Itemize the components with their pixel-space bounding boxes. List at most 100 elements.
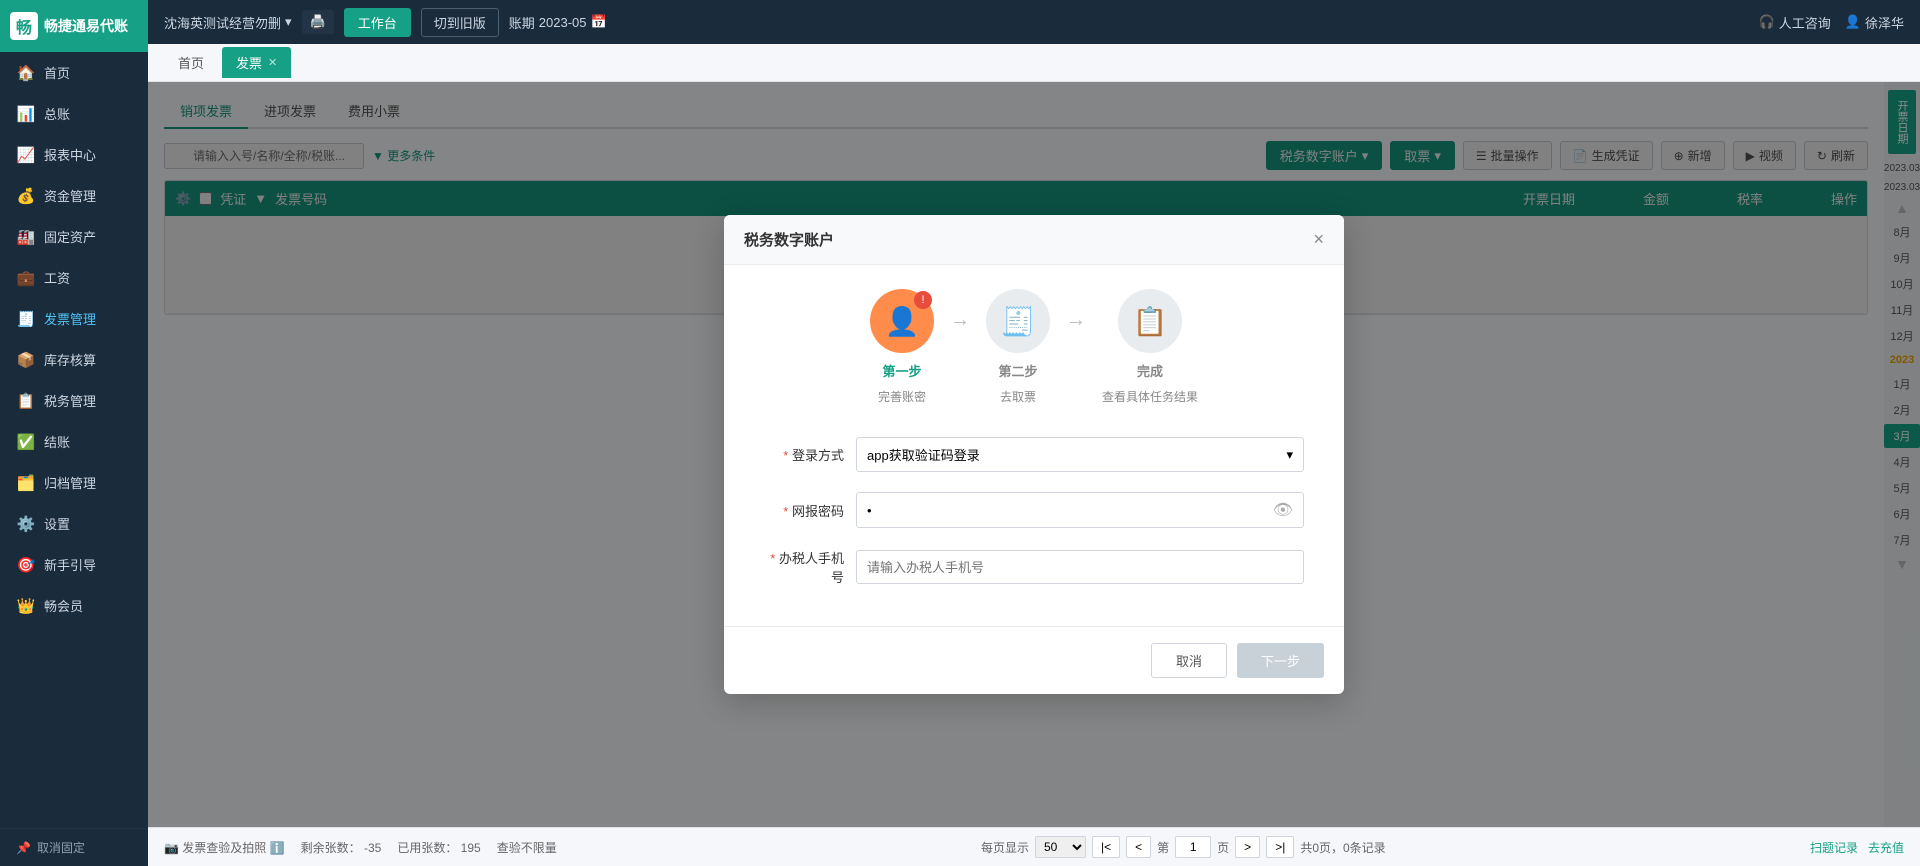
sidebar-label-9: 结账 — [44, 432, 70, 451]
modal-overlay: 税务数字账户 × 👤 ! 第一步 完善账密 — [148, 82, 1920, 827]
password-input-wrap: 👁 — [856, 492, 1304, 528]
cancel-fixed-btn[interactable]: 📌 取消固定 — [0, 828, 148, 866]
prev-page-btn[interactable]: < — [1126, 836, 1151, 858]
tab-home[interactable]: 首页 — [164, 47, 218, 78]
report-link[interactable]: 扫题记录 — [1810, 841, 1858, 855]
tab-invoice[interactable]: 发票 ✕ — [222, 47, 291, 78]
page-suffix: 页 — [1217, 839, 1229, 856]
step-2-desc: 去取票 — [1000, 388, 1036, 405]
logo-icon: 畅 — [10, 12, 38, 40]
support-link[interactable]: 🎧 人工咨询 — [1759, 13, 1831, 32]
step-1-icon: 👤 ! — [870, 289, 934, 353]
sidebar-label-3: 资金管理 — [44, 186, 96, 205]
last-page-btn[interactable]: >| — [1266, 836, 1294, 858]
password-row: * 网报密码 👁 — [764, 492, 1304, 528]
login-method-row: * 登录方式 app获取验证码登录 ▾ — [764, 437, 1304, 472]
sidebar-label-5: 工资 — [44, 268, 70, 287]
user-name: 徐泽华 — [1865, 13, 1904, 32]
next-btn[interactable]: 下一步 — [1237, 643, 1324, 678]
sidebar-icon-10: 🗂️ — [16, 474, 36, 492]
per-page-select[interactable]: 50 100 200 — [1035, 836, 1086, 858]
modal-title: 税务数字账户 — [744, 229, 834, 250]
phone-input[interactable] — [867, 560, 1293, 575]
sidebar-item-报表中心[interactable]: 📈 报表中心 — [0, 134, 148, 175]
first-page-btn[interactable]: |< — [1092, 836, 1120, 858]
sidebar-item-结账[interactable]: ✅ 结账 — [0, 421, 148, 462]
pagination: 每页显示 50 100 200 |< < 第 页 > >| 共0页，0条记录 — [981, 836, 1386, 858]
sidebar-label-12: 新手引导 — [44, 555, 96, 574]
sidebar-item-畅会员[interactable]: 👑 畅会员 — [0, 585, 148, 626]
sidebar-item-库存核算[interactable]: 📦 库存核算 — [0, 339, 148, 380]
password-label: * 网报密码 — [764, 501, 844, 520]
cancel-fixed-label: 取消固定 — [37, 839, 85, 856]
cancel-btn[interactable]: 取消 — [1151, 643, 1227, 678]
step-3-desc: 查看具体任务结果 — [1102, 388, 1198, 405]
sidebar-label-11: 设置 — [44, 514, 70, 533]
steps-container: 👤 ! 第一步 完善账密 → 🧾 — [764, 289, 1304, 405]
main-area: 沈海英测试经营勿删 ▾ 🖨️ 工作台 切到旧版 账期 2023-05 📅 🎧 人… — [148, 0, 1920, 866]
used-display: 已用张数： 195 — [397, 839, 480, 856]
select-chevron-icon: ▾ — [1286, 447, 1293, 463]
modal-close-btn[interactable]: × — [1313, 229, 1324, 250]
sidebar-item-设置[interactable]: ⚙️ 设置 — [0, 503, 148, 544]
switch-version-btn[interactable]: 切到旧版 — [421, 8, 499, 37]
modal-header: 税务数字账户 × — [724, 215, 1344, 265]
info-icon: ℹ️ — [270, 841, 285, 855]
sidebar-icon-8: 📋 — [16, 392, 36, 410]
user-menu[interactable]: 👤 徐泽华 — [1845, 13, 1904, 32]
content-area: 销项发票 进项发票 费用小票 🔍 ▼ 更多条件 — [148, 82, 1920, 827]
step-3-icon: 📋 — [1118, 289, 1182, 353]
modal-footer: 取消 下一步 — [724, 626, 1344, 694]
tab-invoice-label: 发票 — [236, 53, 262, 72]
step-2-doc-icon: 🧾 — [1001, 305, 1036, 338]
password-toggle-icon[interactable]: 👁 — [1273, 500, 1293, 520]
page-input[interactable] — [1175, 836, 1211, 858]
logo-text: 畅捷通易代账 — [44, 16, 128, 36]
total-label: 共0页，0条记录 — [1300, 839, 1385, 856]
links: 扫题记录 去充值 — [1810, 839, 1904, 856]
tab-home-label: 首页 — [178, 53, 204, 72]
login-method-select[interactable]: app获取验证码登录 ▾ — [856, 437, 1304, 472]
check-label: 📷 发票查验及拍照 ℹ️ — [164, 839, 285, 856]
sidebar-label-1: 总账 — [44, 104, 70, 123]
app-logo: 畅 畅捷通易代账 — [0, 0, 148, 52]
remaining-display: 剩余张数： -35 — [301, 839, 382, 856]
sidebar-item-归档管理[interactable]: 🗂️ 归档管理 — [0, 462, 148, 503]
sidebar-item-固定资产[interactable]: 🏭 固定资产 — [0, 216, 148, 257]
sidebar-item-资金管理[interactable]: 💰 资金管理 — [0, 175, 148, 216]
phone-row: * 办税人手机号 — [764, 548, 1304, 586]
step-3: 📋 完成 查看具体任务结果 — [1102, 289, 1198, 405]
sidebar: 畅 畅捷通易代账 🏠 首页 📊 总账 📈 报表中心 💰 资金管理 🏭 固定资产 … — [0, 0, 148, 866]
period-label: 账期 — [509, 13, 535, 32]
sidebar-item-首页[interactable]: 🏠 首页 — [0, 52, 148, 93]
tab-invoice-close[interactable]: ✕ — [268, 56, 277, 69]
sidebar-item-工资[interactable]: 💼 工资 — [0, 257, 148, 298]
sidebar-item-新手引导[interactable]: 🎯 新手引导 — [0, 544, 148, 585]
sidebar-label-6: 发票管理 — [44, 309, 96, 328]
step-1-person-icon: 👤 — [885, 305, 920, 338]
company-selector[interactable]: 沈海英测试经营勿删 ▾ — [164, 13, 292, 32]
step-2-label: 第二步 — [998, 361, 1037, 380]
recharge-link[interactable]: 去充值 — [1868, 841, 1904, 855]
step-1-desc: 完善账密 — [878, 388, 926, 405]
sidebar-label-4: 固定资产 — [44, 227, 96, 246]
workspace-btn[interactable]: 工作台 — [344, 8, 411, 37]
step-arrow-2: → — [1050, 309, 1102, 332]
sidebar-icon-5: 💼 — [16, 269, 36, 287]
sidebar-icon-1: 📊 — [16, 105, 36, 123]
sidebar-item-税务管理[interactable]: 📋 税务管理 — [0, 380, 148, 421]
step-1-badge: ! — [914, 291, 932, 309]
sidebar-icon-9: ✅ — [16, 433, 36, 451]
password-input[interactable] — [867, 503, 1273, 518]
period-display: 账期 2023-05 📅 — [509, 13, 607, 32]
sidebar-icon-11: ⚙️ — [16, 515, 36, 533]
next-page-btn[interactable]: > — [1235, 836, 1260, 858]
print-icon-btn[interactable]: 🖨️ — [302, 10, 334, 34]
sidebar-item-发票管理[interactable]: 🧾 发票管理 — [0, 298, 148, 339]
topbar: 沈海英测试经营勿删 ▾ 🖨️ 工作台 切到旧版 账期 2023-05 📅 🎧 人… — [148, 0, 1920, 44]
modal-body: 👤 ! 第一步 完善账密 → 🧾 — [724, 265, 1344, 626]
sidebar-label-10: 归档管理 — [44, 473, 96, 492]
chevron-down-icon: ▾ — [285, 14, 292, 30]
sidebar-item-总账[interactable]: 📊 总账 — [0, 93, 148, 134]
step-2: 🧾 第二步 去取票 — [986, 289, 1050, 405]
